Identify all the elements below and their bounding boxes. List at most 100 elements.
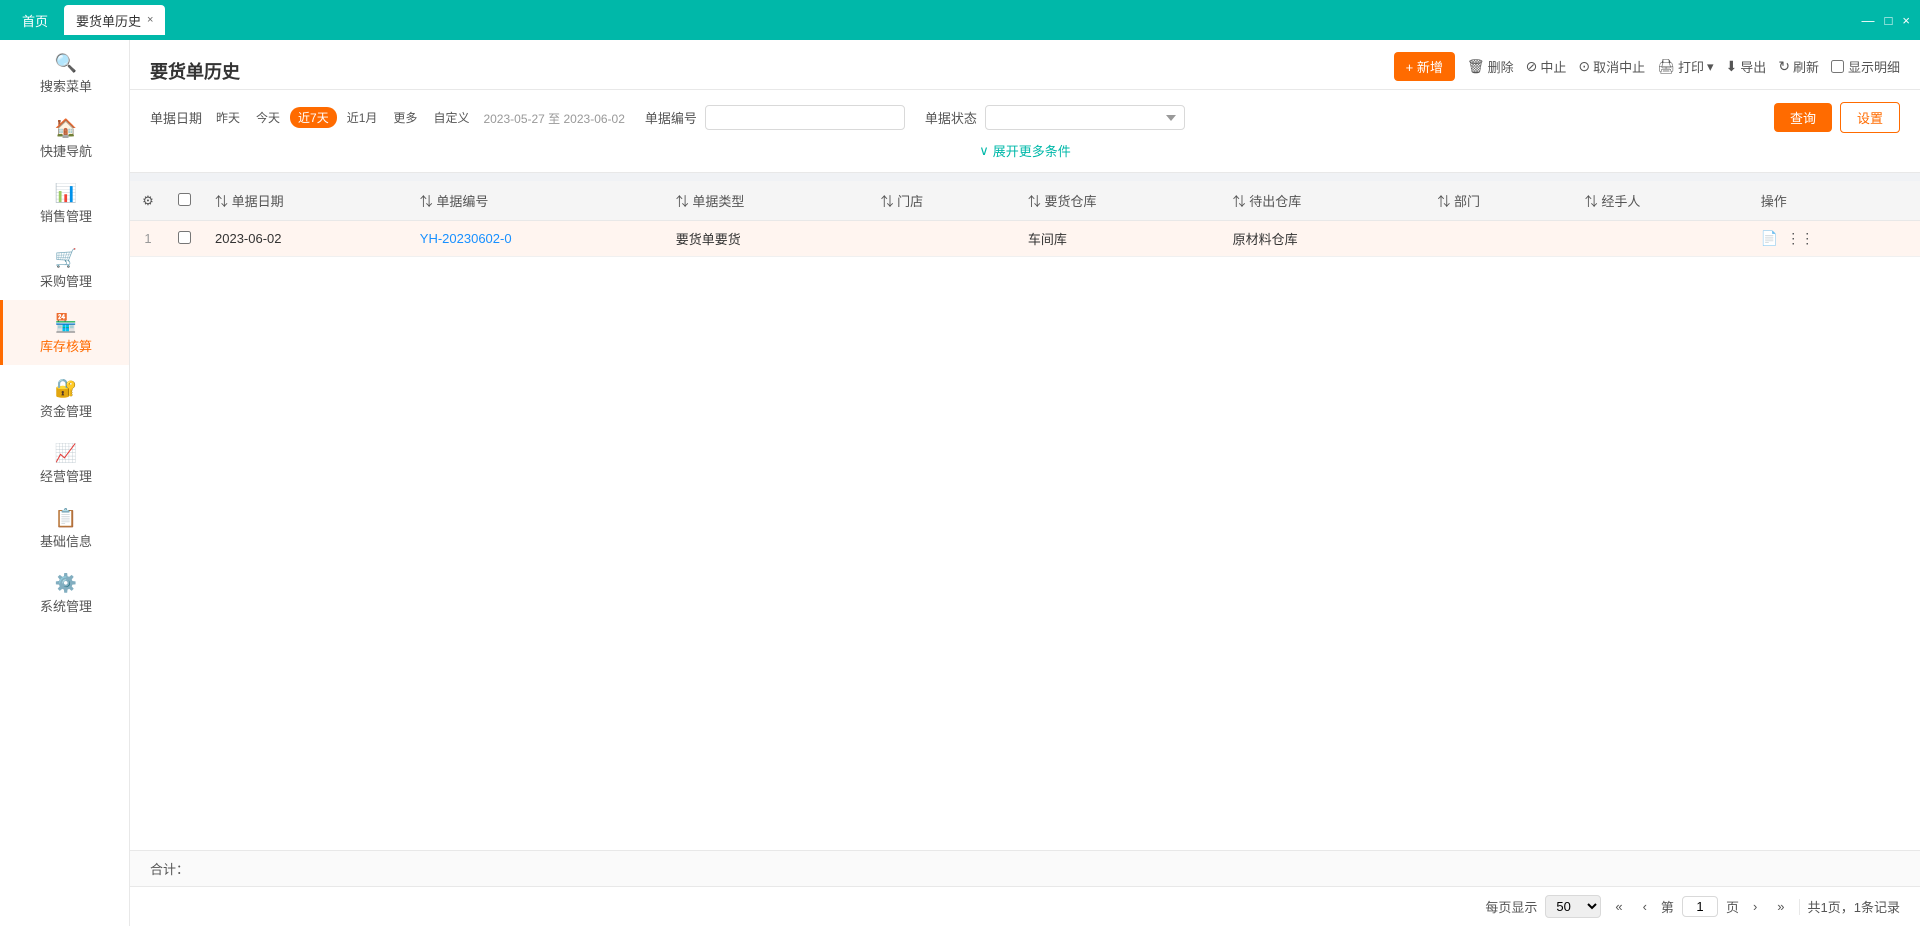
print-dropdown-icon: ▾ bbox=[1707, 59, 1714, 75]
cancel-stop-icon: ⊙ bbox=[1578, 58, 1590, 75]
per-page-select[interactable]: 10 20 50 100 bbox=[1545, 895, 1601, 918]
sidebar-label-operation: 经营管理 bbox=[40, 466, 92, 485]
table-row: 1 2023-06-02 YH-20230602-0 要货单要货 车间库 bbox=[130, 221, 1920, 257]
tab-close-icon[interactable]: × bbox=[147, 14, 153, 26]
date-shortcut-7days[interactable]: 近7天 bbox=[290, 107, 337, 128]
sales-icon: 📊 bbox=[55, 184, 77, 202]
close-button[interactable]: × bbox=[1902, 13, 1910, 28]
next-page-button[interactable]: › bbox=[1747, 897, 1763, 916]
sidebar-label-search: 搜索菜单 bbox=[40, 76, 92, 95]
sidebar-item-inventory[interactable]: 🏪 库存核算 bbox=[0, 300, 129, 365]
add-button[interactable]: + 新增 bbox=[1394, 52, 1455, 81]
col-bill-date[interactable]: ⇅ 单据日期 bbox=[203, 181, 408, 221]
date-shortcut-more[interactable]: 更多 bbox=[387, 107, 423, 128]
select-all-checkbox[interactable] bbox=[178, 193, 191, 206]
date-shortcut-custom[interactable]: 自定义 bbox=[427, 107, 475, 128]
date-shortcut-1month[interactable]: 近1月 bbox=[341, 107, 384, 128]
col-settings[interactable]: ⚙ bbox=[130, 181, 166, 221]
last-page-button[interactable]: » bbox=[1771, 897, 1790, 916]
status-select[interactable] bbox=[985, 105, 1185, 130]
sidebar-item-purchase[interactable]: 🛒 采购管理 bbox=[0, 235, 129, 300]
query-button[interactable]: 查询 bbox=[1774, 103, 1832, 132]
row-more-icon[interactable]: ⋮⋮ bbox=[1786, 230, 1814, 247]
row-store bbox=[869, 221, 1016, 257]
base-icon: 📋 bbox=[55, 509, 77, 527]
sidebar-item-sales[interactable]: 📊 销售管理 bbox=[0, 170, 129, 235]
row-edit-icon[interactable]: 📄 bbox=[1761, 230, 1778, 247]
system-icon: ⚙️ bbox=[55, 574, 77, 592]
col-pending-warehouse[interactable]: ⇅ 待出仓库 bbox=[1221, 181, 1426, 221]
date-shortcut-yesterday[interactable]: 昨天 bbox=[210, 107, 246, 128]
filter-area: 单据日期 昨天 今天 近7天 近1月 更多 自定义 2023-05-27 至 2… bbox=[130, 90, 1920, 173]
page-unit: 页 bbox=[1726, 897, 1739, 916]
sidebar-item-system[interactable]: ⚙️ 系统管理 bbox=[0, 560, 129, 625]
row-num: 1 bbox=[130, 221, 166, 257]
col-req-warehouse[interactable]: ⇅ 要货仓库 bbox=[1016, 181, 1221, 221]
sidebar-label-sales: 销售管理 bbox=[40, 206, 92, 225]
main-layout: 🔍 搜索菜单 🏠 快捷导航 📊 销售管理 🛒 采购管理 🏪 库存核算 🔐 资金管… bbox=[0, 40, 1920, 926]
row-checkbox[interactable] bbox=[178, 231, 191, 244]
filter-row-1: 单据日期 昨天 今天 近7天 近1月 更多 自定义 2023-05-27 至 2… bbox=[150, 102, 1900, 133]
maximize-button[interactable]: □ bbox=[1885, 13, 1893, 28]
export-button[interactable]: ⬇ 导出 bbox=[1725, 57, 1766, 76]
prev-page-button[interactable]: ‹ bbox=[1637, 897, 1653, 916]
row-checkbox-cell[interactable] bbox=[166, 221, 203, 257]
total-records: 共1页，1条记录 bbox=[1808, 897, 1900, 916]
col-bill-no[interactable]: ⇅ 单据编号 bbox=[408, 181, 664, 221]
table-footer-sum: 合计： bbox=[130, 850, 1920, 886]
date-shortcuts: 昨天 今天 近7天 近1月 更多 自定义 bbox=[210, 107, 475, 128]
row-action-buttons: 📄 ⋮⋮ bbox=[1761, 230, 1908, 247]
tab-bill-history[interactable]: 要货单历史 × bbox=[64, 5, 165, 35]
expand-more-icon: ∨ bbox=[979, 143, 989, 159]
row-bill-no[interactable]: YH-20230602-0 bbox=[408, 221, 664, 257]
stop-button[interactable]: ⊘ 中止 bbox=[1526, 57, 1567, 76]
show-detail-input[interactable] bbox=[1831, 60, 1844, 73]
page-label: 第 bbox=[1661, 897, 1674, 916]
sidebar-item-search[interactable]: 🔍 搜索菜单 bbox=[0, 40, 129, 105]
status-label: 单据状态 bbox=[925, 108, 977, 127]
first-page-button[interactable]: « bbox=[1609, 897, 1628, 916]
window-controls: — □ × bbox=[1862, 13, 1910, 28]
page-header: 要货单历史 + 新增 🗑 删除 ⊘ 中止 ⊙ 取消中止 🖨 bbox=[130, 40, 1920, 90]
col-checkbox bbox=[166, 181, 203, 221]
per-page-label: 每页显示 bbox=[1485, 897, 1537, 916]
col-store[interactable]: ⇅ 门店 bbox=[869, 181, 1016, 221]
table-container: ⚙ ⇅ 单据日期 ⇅ 单据编号 ⇅ 单据类型 ⇅ 门店 ⇅ 要货仓库 ⇅ 待出仓… bbox=[130, 181, 1920, 886]
sidebar-item-shortcut[interactable]: 🏠 快捷导航 bbox=[0, 105, 129, 170]
row-bill-type: 要货单要货 bbox=[664, 221, 869, 257]
delete-button[interactable]: 🗑 删除 bbox=[1467, 57, 1514, 76]
table-wrapper: ⚙ ⇅ 单据日期 ⇅ 单据编号 ⇅ 单据类型 ⇅ 门店 ⇅ 要货仓库 ⇅ 待出仓… bbox=[130, 181, 1920, 850]
sidebar-item-base[interactable]: 📋 基础信息 bbox=[0, 495, 129, 560]
sidebar-label-purchase: 采购管理 bbox=[40, 271, 92, 290]
row-handler bbox=[1573, 221, 1749, 257]
sidebar-item-finance[interactable]: 🔐 资金管理 bbox=[0, 365, 129, 430]
cancel-stop-button[interactable]: ⊙ 取消中止 bbox=[1578, 57, 1645, 76]
print-icon: 🖨 bbox=[1657, 58, 1675, 75]
finance-icon: 🔐 bbox=[55, 379, 77, 397]
export-icon: ⬇ bbox=[1725, 58, 1737, 75]
bill-no-link[interactable]: YH-20230602-0 bbox=[420, 231, 512, 246]
col-handler[interactable]: ⇅ 经手人 bbox=[1573, 181, 1749, 221]
sidebar-label-base: 基础信息 bbox=[40, 531, 92, 550]
print-button[interactable]: 🖨 打印 ▾ bbox=[1657, 57, 1713, 76]
date-shortcut-today[interactable]: 今天 bbox=[250, 107, 286, 128]
show-detail-checkbox[interactable]: 显示明细 bbox=[1831, 57, 1900, 76]
minimize-button[interactable]: — bbox=[1862, 13, 1875, 28]
toolbar: + 新增 🗑 删除 ⊘ 中止 ⊙ 取消中止 🖨 打印 ▾ bbox=[1394, 52, 1900, 89]
expand-more-button[interactable]: ∨ 展开更多条件 bbox=[150, 141, 1900, 160]
bill-no-input[interactable] bbox=[705, 105, 905, 130]
refresh-icon: ↻ bbox=[1778, 58, 1790, 75]
stop-icon: ⊘ bbox=[1526, 58, 1538, 75]
settings-button[interactable]: 设置 bbox=[1840, 102, 1900, 133]
col-department[interactable]: ⇅ 部门 bbox=[1425, 181, 1572, 221]
pagination-divider bbox=[1799, 899, 1800, 915]
data-table: ⚙ ⇅ 单据日期 ⇅ 单据编号 ⇅ 单据类型 ⇅ 门店 ⇅ 要货仓库 ⇅ 待出仓… bbox=[130, 181, 1920, 257]
bill-no-label: 单据编号 bbox=[645, 108, 697, 127]
sidebar-label-system: 系统管理 bbox=[40, 596, 92, 615]
page-number-input[interactable] bbox=[1682, 896, 1718, 917]
sidebar-item-operation[interactable]: 📈 经营管理 bbox=[0, 430, 129, 495]
col-bill-type[interactable]: ⇅ 单据类型 bbox=[664, 181, 869, 221]
tab-home[interactable]: 首页 bbox=[10, 5, 60, 35]
refresh-button[interactable]: ↻ 刷新 bbox=[1778, 57, 1819, 76]
row-department bbox=[1425, 221, 1572, 257]
